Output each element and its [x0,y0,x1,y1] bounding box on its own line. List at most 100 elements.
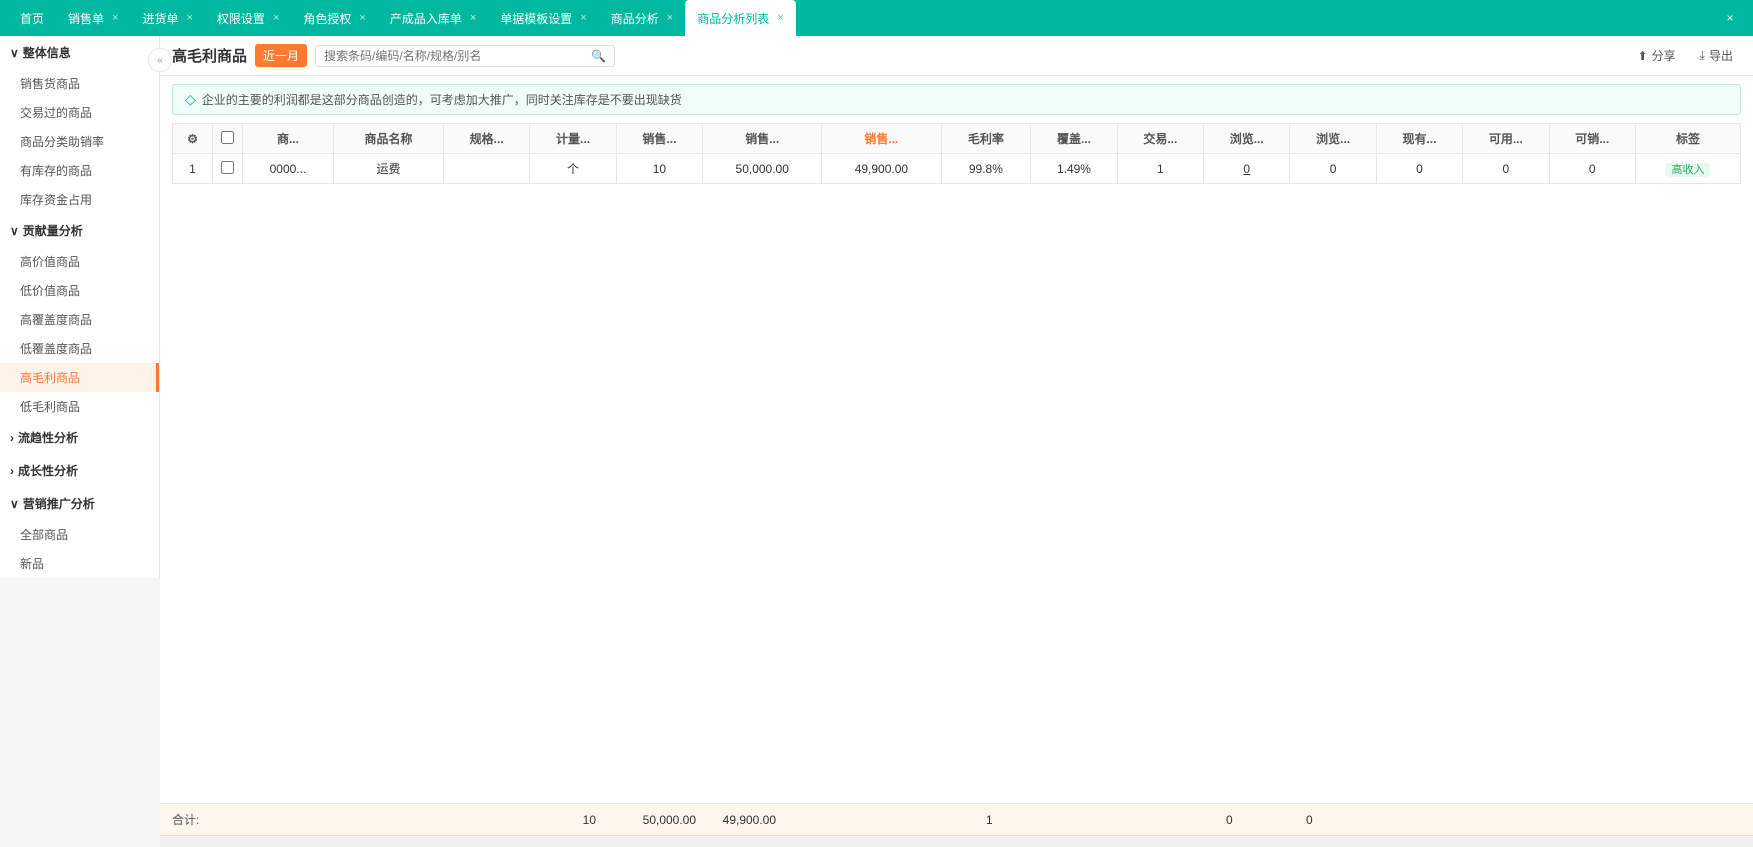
cell-available: 0 [1463,154,1549,184]
footer-current-stock: 0 [1189,813,1269,827]
horizontal-scrollbar[interactable] [160,835,1753,847]
table-row: 1 0000... 运费 个 10 50,000.00 49,900.00 99… [173,154,1741,184]
nav-product-inbound-label: 产成品入库单 [390,10,462,27]
cell-spec [444,154,530,184]
sidebar-group-growth[interactable]: › 成长性分析 [0,454,159,487]
sidebar-item-stocked-goods[interactable]: 有库存的商品 [0,156,159,185]
nav-product-analysis-list-close[interactable]: × [777,12,783,24]
nav-template-settings-label: 单据模板设置 [500,10,572,27]
col-settings[interactable]: ⚙ [173,124,213,154]
nav-roles[interactable]: 角色授权 × [291,0,377,36]
nav-purchase[interactable]: 进货单 × [130,0,204,36]
nav-roles-close[interactable]: × [359,12,365,24]
nav-product-analysis-list[interactable]: 商品分析列表 × [685,0,795,36]
nav-template-settings[interactable]: 单据模板设置 × [488,0,598,36]
row-checkbox[interactable] [221,161,234,174]
col-sales-amount-header: 销售... [703,124,822,154]
footer-sales-qty: 10 [549,813,629,827]
window-close-button[interactable]: × [1715,0,1745,36]
content-header: 高毛利商品 近一月 🔍 ⬆ 分享 ⤓ 导出 [160,36,1753,76]
table-wrapper: ⚙ 商... 商品名称 规格... 计量... 销售... 销售... 销售..… [160,123,1753,803]
info-banner: ◇ 企业的主要的利润都是这部分商品创造的，可考虑加大推广，同时关注库存是不要出现… [172,84,1741,115]
sidebar-item-low-value[interactable]: 低价值商品 [0,276,159,305]
sidebar-item-sales-goods[interactable]: 销售货商品 [0,69,159,98]
nav-sales-close[interactable]: × [112,12,118,24]
cell-sales-cost: 49,900.00 [822,154,941,184]
footer-label: 合计: [172,811,219,828]
sidebar-item-all-goods[interactable]: 全部商品 [0,520,159,549]
nav-product-analysis[interactable]: 商品分析 × [599,0,685,36]
sidebar-collapse-button[interactable]: « [148,48,172,72]
sidebar-item-low-margin[interactable]: 低毛利商品 [0,392,159,421]
footer-sales-cost: 49,900.00 [709,813,789,827]
search-input[interactable] [324,49,587,63]
col-checkbox[interactable] [213,124,243,154]
sidebar-group-marketing-label: 营销推广分析 [23,495,95,512]
sidebar-item-stock-capital[interactable]: 库存资金占用 [0,185,159,214]
sidebar-item-high-coverage[interactable]: 高覆盖度商品 [0,305,159,334]
page-title: 高毛利商品 [172,45,247,66]
col-name-header: 商品名称 [333,124,443,154]
nav-product-inbound[interactable]: 产成品入库单 × [378,0,488,36]
sidebar-item-traded-goods[interactable]: 交易过的商品 [0,98,159,127]
table-header-row: ⚙ 商... 商品名称 规格... 计量... 销售... 销售... 销售..… [173,124,1741,154]
nav-permissions-close[interactable]: × [273,12,279,24]
sidebar-group-overview-label: 整体信息 [23,44,71,61]
sidebar-group-contribution-label: 贡献量分析 [23,222,83,239]
sidebar-wrapper: ∨ 整体信息 销售货商品 交易过的商品 商品分类助销率 有库存的商品 库存资金占… [0,36,160,847]
sidebar-group-overview[interactable]: ∨ 整体信息 [0,36,159,69]
nav-permissions-label: 权限设置 [217,10,265,27]
cell-current-stock: 0 [1376,154,1462,184]
chevron-down-icon-3: ∨ [10,497,19,511]
footer-available: 0 [1269,813,1349,827]
col-code-header: 商... [243,124,334,154]
col-sellable-header: 可销... [1549,124,1635,154]
sidebar-group-growth-label: 成长性分析 [18,462,78,479]
nav-home[interactable]: 首页 [8,0,56,36]
nav-purchase-close[interactable]: × [186,12,192,24]
cell-unit: 个 [530,154,616,184]
sidebar-item-category-rate[interactable]: 商品分类助销率 [0,127,159,156]
col-available-header: 可用... [1463,124,1549,154]
filter-button[interactable]: 近一月 [255,44,307,67]
sidebar-group-contribution[interactable]: ∨ 贡献量分析 [0,214,159,247]
search-icon[interactable]: 🔍 [591,49,606,63]
col-current-stock-header: 现有... [1376,124,1462,154]
col-view1-header: 浏览... [1204,124,1290,154]
sidebar-item-new-goods[interactable]: 新品 [0,549,159,578]
chevron-right-icon: › [10,431,14,445]
cell-gross-rate: 99.8% [941,154,1031,184]
col-sales-qty-header: 销售... [616,124,702,154]
cell-tag: 高收入 [1635,154,1740,184]
nav-sales[interactable]: 销售单 × [56,0,130,36]
main-layout: ∨ 整体信息 销售货商品 交易过的商品 商品分类助销率 有库存的商品 库存资金占… [0,36,1753,847]
cell-view2: 0 [1290,154,1376,184]
chevron-down-icon: ∨ [10,46,19,60]
export-button[interactable]: ⤓ 导出 [1692,44,1741,67]
col-coverage-header: 覆盖... [1031,124,1117,154]
nav-permissions[interactable]: 权限设置 × [205,0,291,36]
sidebar-item-high-margin[interactable]: 高毛利商品 [0,363,159,392]
nav-product-analysis-label: 商品分析 [611,10,659,27]
data-table: ⚙ 商... 商品名称 规格... 计量... 销售... 销售... 销售..… [172,123,1741,184]
nav-template-settings-close[interactable]: × [580,12,586,24]
cell-coverage: 1.49% [1031,154,1117,184]
header-actions: ⬆ 分享 ⤓ 导出 [1630,44,1741,67]
cell-view1[interactable]: 0 [1204,154,1290,184]
cell-checkbox[interactable] [213,154,243,184]
nav-purchase-label: 进货单 [142,10,178,27]
share-button[interactable]: ⬆ 分享 [1630,44,1684,67]
sidebar-item-low-coverage[interactable]: 低覆盖度商品 [0,334,159,363]
nav-product-inbound-close[interactable]: × [470,12,476,24]
nav-home-label: 首页 [20,10,44,27]
select-all-checkbox[interactable] [221,131,234,144]
cell-num: 1 [173,154,213,184]
sidebar-group-trend-label: 流趋性分析 [18,429,78,446]
sidebar-item-high-value[interactable]: 高价值商品 [0,247,159,276]
top-nav: 首页 销售单 × 进货单 × 权限设置 × 角色授权 × 产成品入库单 × 单据… [0,0,1753,36]
footer-summary: 合计: 10 50,000.00 49,900.00 1 0 0 [160,803,1753,835]
nav-roles-label: 角色授权 [303,10,351,27]
sidebar-group-marketing[interactable]: ∨ 营销推广分析 [0,487,159,520]
nav-product-analysis-close[interactable]: × [667,12,673,24]
sidebar-group-trend[interactable]: › 流趋性分析 [0,421,159,454]
